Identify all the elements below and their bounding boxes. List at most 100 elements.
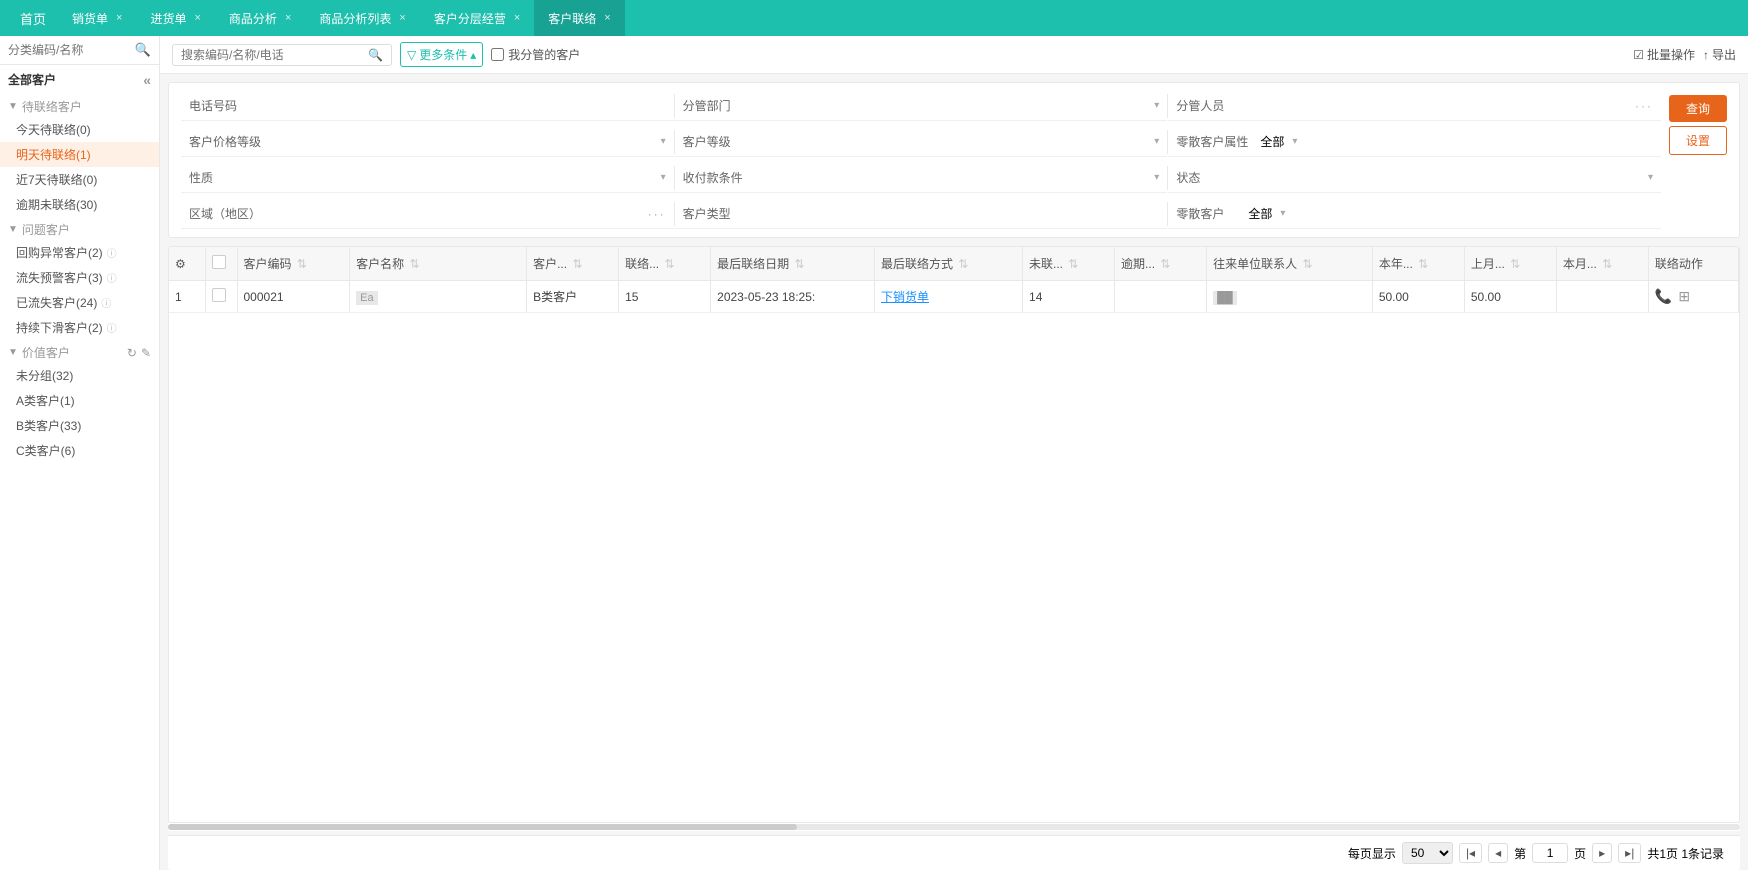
sort-method-icon[interactable]: ⇅: [958, 257, 968, 271]
sidebar-item-unclassified[interactable]: 未分组(32): [0, 363, 159, 388]
nav-home[interactable]: 首页: [8, 0, 58, 36]
status-dropdown-icon[interactable]: [1648, 172, 1653, 183]
row-checkbox[interactable]: [212, 288, 226, 302]
export-button[interactable]: ↑ 导出: [1703, 46, 1736, 63]
nav-product-analysis[interactable]: 商品分析 ×: [215, 0, 305, 36]
col-last-contact-method: 最后联络方式 ⇅: [874, 247, 1022, 281]
nature-dropdown-icon[interactable]: [661, 172, 666, 183]
retail-customer-dropdown-icon[interactable]: [1280, 208, 1285, 219]
sort-last-month-icon[interactable]: ⇅: [1510, 257, 1520, 271]
payment-dropdown-icon[interactable]: [1154, 172, 1159, 183]
first-page-button[interactable]: |◂: [1459, 843, 1482, 863]
close-purchaseorder-icon[interactable]: ×: [194, 12, 200, 24]
filter-customer-type: 客户类型: [675, 199, 1168, 229]
sidebar-all-customers[interactable]: 全部客户 «: [0, 65, 159, 94]
sidebar-item-class-c[interactable]: C类客户(6): [0, 438, 159, 463]
page-label: 第: [1514, 845, 1526, 862]
sidebar-item-repurchase-abnormal[interactable]: 回购异常客户(2) ⓘ: [0, 240, 159, 265]
region-dots-icon[interactable]: ···: [648, 207, 666, 221]
contact-method-link[interactable]: 下销货单: [881, 290, 929, 304]
search-icon[interactable]: 🔍: [368, 48, 383, 62]
close-product-analysis-icon[interactable]: ×: [285, 12, 291, 24]
edit-icon[interactable]: ✎: [141, 346, 151, 360]
sidebar-item-overdue[interactable]: 逾期未联络(30): [0, 192, 159, 217]
settings-icon[interactable]: ⚙: [175, 257, 186, 271]
sidebar-item-today-pending[interactable]: 今天待联络(0): [0, 117, 159, 142]
close-product-analysis-list-icon[interactable]: ×: [399, 12, 405, 24]
my-customers-checkbox[interactable]: [491, 48, 504, 61]
dept-dropdown-icon[interactable]: [1154, 100, 1159, 111]
close-customer-tier-icon[interactable]: ×: [514, 12, 520, 24]
sort-name-icon[interactable]: ⇅: [410, 257, 420, 271]
filter-status: 状态: [1168, 163, 1661, 193]
col-this-month: 本月... ⇅: [1556, 247, 1648, 281]
query-button[interactable]: 查询: [1669, 95, 1727, 122]
contact-phone-icon[interactable]: 📞: [1655, 288, 1672, 305]
nav-salesorder[interactable]: 销货单 ×: [58, 0, 136, 36]
sidebar-item-declining[interactable]: 持续下滑客户(2) ⓘ: [0, 315, 159, 340]
page-number-input[interactable]: [1532, 843, 1568, 863]
sort-this-year-icon[interactable]: ⇅: [1418, 257, 1428, 271]
more-filters-button[interactable]: ▽ 更多条件 ▴: [400, 42, 483, 67]
nav-product-analysis-list[interactable]: 商品分析列表 ×: [305, 0, 419, 36]
cell-index: 1: [169, 281, 205, 313]
price-level-dropdown-icon[interactable]: [661, 136, 666, 147]
sidebar: 🔍 全部客户 « ▼ 待联络客户 今天待联络(0) 明天待联络(1) 近7天待联…: [0, 36, 160, 870]
sort-date-icon[interactable]: ⇅: [795, 257, 805, 271]
close-salesorder-icon[interactable]: ×: [116, 12, 122, 24]
sidebar-group-value[interactable]: ▼ 价值客户 ↻ ✎: [0, 340, 159, 363]
horizontal-scrollbar-wrapper: [168, 823, 1740, 831]
sort-contact-icon[interactable]: ⇅: [664, 257, 674, 271]
customer-level-dropdown-icon[interactable]: [1154, 136, 1159, 147]
data-table-container: ⚙ 客户编码 ⇅ 客户名称 ⇅: [168, 246, 1740, 823]
last-page-button[interactable]: ▸|: [1618, 843, 1641, 863]
data-table: ⚙ 客户编码 ⇅ 客户名称 ⇅: [169, 247, 1739, 313]
sidebar-item-tomorrow-pending[interactable]: 明天待联络(1): [0, 142, 159, 167]
sidebar-item-class-b[interactable]: B类客户(33): [0, 413, 159, 438]
contact-more-icon[interactable]: ⊞: [1678, 288, 1690, 305]
sidebar-search-input[interactable]: [8, 43, 131, 57]
sidebar-item-class-a[interactable]: A类客户(1): [0, 388, 159, 413]
nav-customer-tier[interactable]: 客户分层经营 ×: [420, 0, 534, 36]
set-button[interactable]: 设置: [1669, 126, 1727, 155]
sort-this-month-icon[interactable]: ⇅: [1602, 257, 1612, 271]
filter-phone-input[interactable]: [257, 99, 666, 113]
scrollbar-thumb: [168, 824, 797, 830]
cell-not-contacted: 14: [1023, 281, 1115, 313]
export-icon: ↑: [1703, 48, 1709, 62]
col-contact-action: 联络动作: [1648, 247, 1738, 281]
header-checkbox[interactable]: [212, 255, 226, 269]
col-checkbox: [205, 247, 237, 281]
sort-unit-contact-icon[interactable]: ⇅: [1302, 257, 1312, 271]
sidebar-item-churn-warning[interactable]: 流失预警客户(3) ⓘ: [0, 265, 159, 290]
sidebar-item-7days-pending[interactable]: 近7天待联络(0): [0, 167, 159, 192]
batch-operation-button[interactable]: ☑ 批量操作: [1633, 46, 1695, 63]
filter-region: 区域（地区） ···: [181, 199, 674, 229]
sidebar-item-churned[interactable]: 已流失客户(24) ⓘ: [0, 290, 159, 315]
sort-overdue-icon[interactable]: ⇅: [1160, 257, 1170, 271]
close-customer-contact-icon[interactable]: ×: [604, 12, 610, 24]
sidebar-search-icon[interactable]: 🔍: [135, 42, 151, 58]
nav-customer-contact[interactable]: 客户联络 ×: [534, 0, 624, 36]
top-nav: 首页 销货单 × 进货单 × 商品分析 × 商品分析列表 × 客户分层经营 × …: [0, 0, 1748, 36]
manager-dots-icon[interactable]: ···: [1635, 99, 1653, 113]
next-page-button[interactable]: ▸: [1592, 843, 1612, 863]
horizontal-scrollbar[interactable]: [168, 824, 1740, 830]
refresh-icon[interactable]: ↻: [127, 346, 137, 360]
cell-checkbox: [205, 281, 237, 313]
nav-purchaseorder[interactable]: 进货单 ×: [136, 0, 214, 36]
sidebar-group-problem[interactable]: ▼ 问题客户: [0, 217, 159, 240]
filter-row-3: 性质 收付款条件: [181, 163, 1661, 193]
my-customers-checkbox-group: 我分管的客户: [491, 46, 580, 63]
retail-attr-dropdown-icon[interactable]: [1292, 136, 1297, 147]
cell-last-month: 50.00: [1464, 281, 1556, 313]
per-page-select[interactable]: 50 100 200: [1402, 842, 1453, 864]
sort-code-icon[interactable]: ⇅: [297, 257, 307, 271]
search-input[interactable]: [181, 48, 364, 62]
cell-last-contact-date: 2023-05-23 18:25:: [711, 281, 875, 313]
prev-page-button[interactable]: ◂: [1488, 843, 1508, 863]
sidebar-group-pending[interactable]: ▼ 待联络客户: [0, 94, 159, 117]
sort-type-icon[interactable]: ⇅: [572, 257, 582, 271]
col-customer-name: 客户名称 ⇅: [350, 247, 527, 281]
sort-not-contacted-icon[interactable]: ⇅: [1068, 257, 1078, 271]
